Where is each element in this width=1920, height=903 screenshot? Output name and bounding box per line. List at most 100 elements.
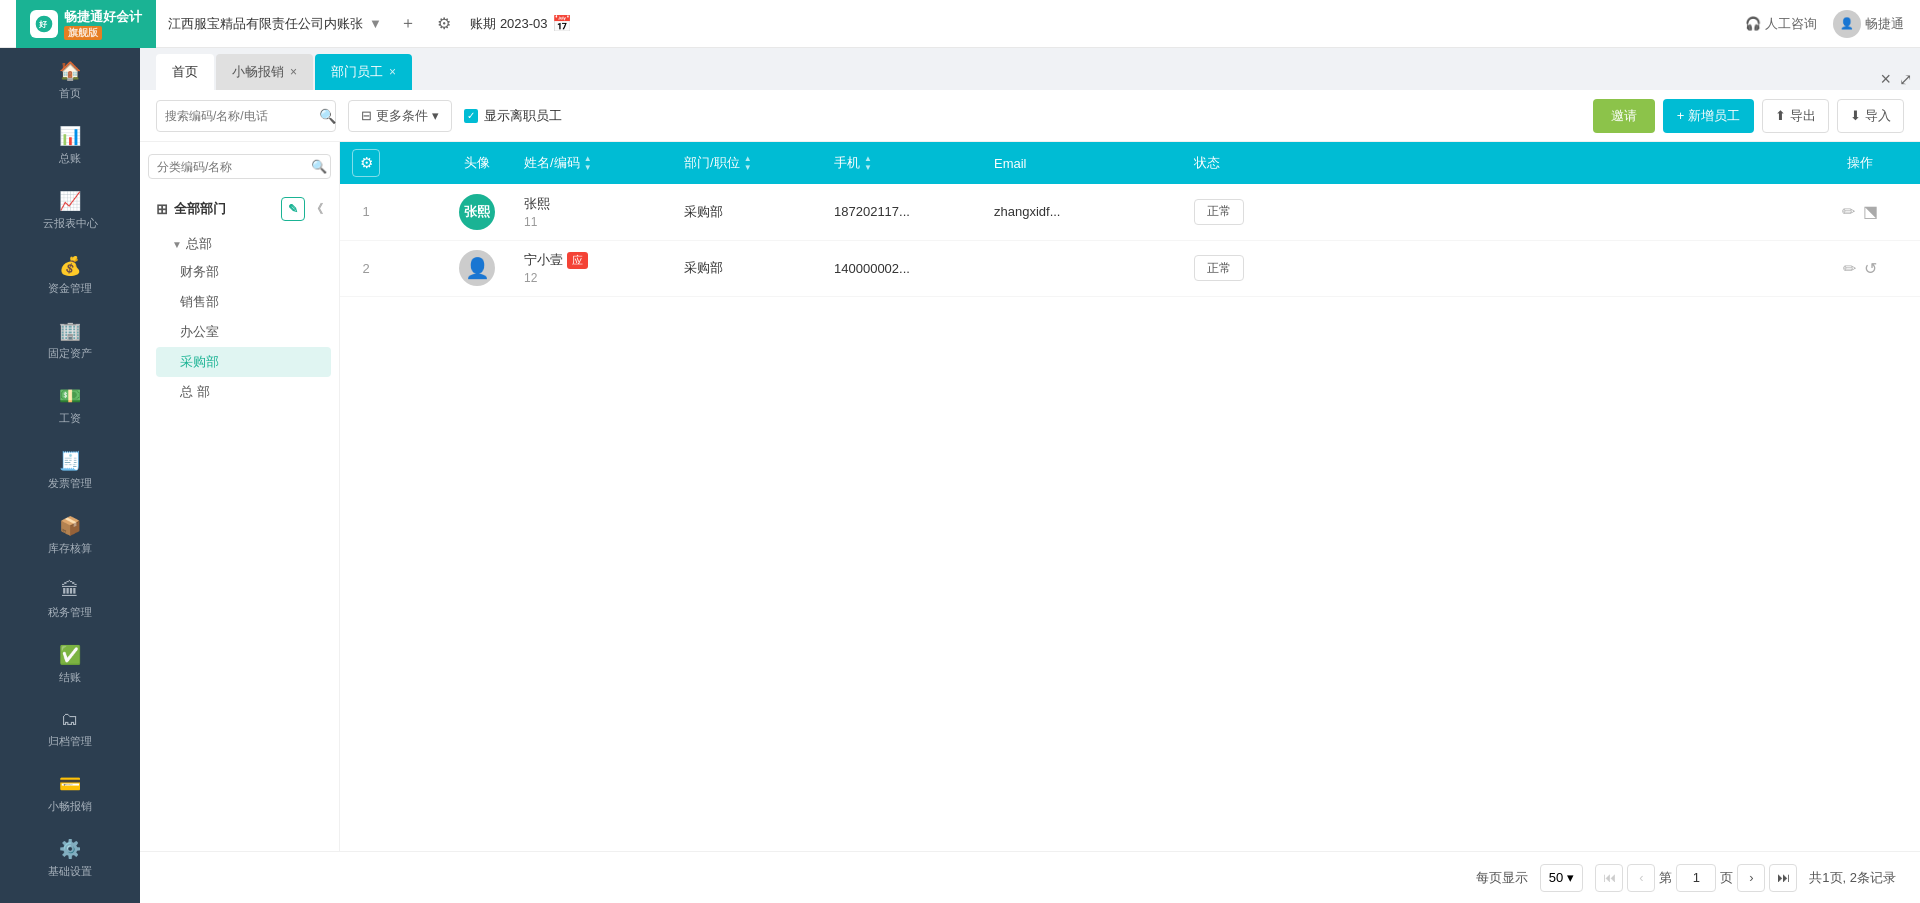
sidebar-item-reports[interactable]: 📈 云报表中心 — [0, 178, 140, 243]
page-input[interactable] — [1676, 864, 1716, 892]
sidebar-item-ledger[interactable]: 📊 总账 — [0, 113, 140, 178]
search-icon[interactable]: 🔍 — [319, 108, 336, 124]
sidebar-item-archive[interactable]: 🗂 归档管理 — [0, 697, 140, 761]
dept-search-box[interactable]: 🔍 — [148, 154, 331, 179]
filter-button[interactable]: ⊟ 更多条件 ▾ — [348, 100, 452, 132]
search-input[interactable] — [165, 109, 315, 123]
table-settings-icon[interactable]: ⚙ — [352, 149, 380, 177]
row1-email: zhangxidf... — [994, 204, 1061, 219]
tree-arrow-hq: ▼ — [172, 239, 182, 250]
dept-item-hq[interactable]: 总 部 — [156, 377, 331, 407]
show-resign-checkbox[interactable]: ✓ 显示离职员工 — [464, 107, 562, 125]
row1-actions-cell: ✏ ⬔ — [1800, 184, 1920, 240]
dept-sort-icon[interactable]: ▲ ▼ — [744, 155, 752, 172]
import-button[interactable]: ⬇ 导入 — [1837, 99, 1904, 133]
th-settings[interactable]: ⚙ — [340, 142, 392, 184]
th-status: 状态 — [1182, 142, 1800, 184]
row2-dept: 采购部 — [684, 260, 723, 275]
th-phone[interactable]: 手机 ▲ ▼ — [822, 142, 982, 184]
sidebar-label-reports: 云报表中心 — [43, 216, 98, 231]
invoice-icon: 🧾 — [59, 450, 81, 472]
user-menu[interactable]: 👤 畅捷通 — [1833, 10, 1904, 38]
add-button[interactable]: ＋ — [394, 10, 422, 38]
export-button[interactable]: ⬆ 导出 — [1762, 99, 1829, 133]
all-departments[interactable]: ⊞ 全部部门 ✎ 《 — [148, 191, 331, 227]
window-maximize-icon[interactable]: ⤢ — [1899, 70, 1912, 89]
th-dept[interactable]: 部门/职位 ▲ ▼ — [672, 142, 822, 184]
company-selector[interactable]: 江西服宝精品有限责任公司内账张 ▼ — [168, 15, 382, 33]
row2-edit-icon[interactable]: ✏ — [1843, 259, 1856, 278]
sidebar-item-settings[interactable]: ⚙️ 基础设置 — [0, 826, 140, 891]
toolbar-right: 邀请 + 新增员工 ⬆ 导出 ⬇ 导入 — [1593, 99, 1904, 133]
user-name: 畅捷通 — [1865, 15, 1904, 33]
employee-table-area: ⚙ 头像 姓名/编码 ▲ — [340, 142, 1920, 851]
page-first-button[interactable]: ⏮ — [1595, 864, 1623, 892]
dept-item-purchasing[interactable]: 采购部 — [156, 347, 331, 377]
dept-search-icon[interactable]: 🔍 — [311, 159, 327, 174]
sidebar-item-invoice[interactable]: 🧾 发票管理 — [0, 438, 140, 503]
row2-delete-icon[interactable]: ↺ — [1864, 259, 1877, 278]
tab-expense[interactable]: 小畅报销 × — [216, 54, 313, 90]
row1-edit-icon[interactable]: ✏ — [1842, 202, 1855, 221]
sidebar-label-close: 结账 — [59, 670, 81, 685]
inventory-icon: 📦 — [59, 515, 81, 537]
sidebar-item-home[interactable]: 🏠 首页 — [0, 48, 140, 113]
svg-text:好: 好 — [38, 19, 48, 29]
body-area: 🔍 ⊞ 全部部门 ✎ 《 ▼总部 — [140, 142, 1920, 851]
phone-sort-icon[interactable]: ▲ ▼ — [864, 155, 872, 172]
row2-avatar-cell: 👤 — [442, 240, 512, 296]
tab-home[interactable]: 首页 — [156, 54, 214, 90]
per-page-select[interactable]: 50 ▾ — [1540, 864, 1583, 892]
avatar-icon: 👤 — [1840, 17, 1854, 30]
sidebar-item-funds[interactable]: 💰 资金管理 — [0, 243, 140, 308]
search-box[interactable]: 🔍 — [156, 100, 336, 132]
sidebar-item-guide[interactable]: 🎓 新手引导 — [0, 891, 140, 903]
row1-logout-icon[interactable]: ⬔ — [1863, 202, 1878, 221]
dept-item-sales[interactable]: 销售部 — [156, 287, 331, 317]
page-toolbar: 🔍 ⊟ 更多条件 ▾ ✓ 显示离职员工 邀请 + 新增员工 — [140, 90, 1920, 142]
sidebar-item-close[interactable]: ✅ 结账 — [0, 632, 140, 697]
tab-expense-close[interactable]: × — [290, 65, 297, 79]
th-name[interactable]: 姓名/编码 ▲ ▼ — [512, 142, 672, 184]
add-employee-button[interactable]: + 新增员工 — [1663, 99, 1754, 133]
th-dept-label: 部门/职位 — [684, 154, 740, 172]
sidebar-label-ledger: 总账 — [59, 151, 81, 166]
service-button[interactable]: 🎧 人工咨询 — [1745, 15, 1817, 33]
calendar-icon[interactable]: 📅 — [552, 14, 572, 33]
tab-employees[interactable]: 部门员工 × — [315, 54, 412, 90]
funds-icon: 💰 — [59, 255, 81, 277]
sidebar-item-expense[interactable]: 💳 小畅报销 — [0, 761, 140, 826]
per-page-chevron-icon: ▾ — [1567, 870, 1574, 885]
page-prev-button[interactable]: ‹ — [1627, 864, 1655, 892]
dept-item-office[interactable]: 办公室 — [156, 317, 331, 347]
dept-item-finance[interactable]: 财务部 — [156, 257, 331, 287]
page-next-button[interactable]: › — [1737, 864, 1765, 892]
headset-icon: 🎧 — [1745, 16, 1761, 31]
sidebar-item-inventory[interactable]: 📦 库存核算 — [0, 503, 140, 568]
invite-button[interactable]: 邀请 — [1593, 99, 1655, 133]
dept-search-input[interactable] — [157, 160, 307, 174]
row2-name-cell: 宁小壹 应 12 — [512, 240, 672, 296]
import-label: 导入 — [1865, 107, 1891, 125]
dept-all-actions: ✎ 《 — [281, 197, 323, 221]
row1-status: 正常 — [1194, 199, 1244, 225]
period-area: 账期 2023-03 📅 — [470, 14, 572, 33]
name-sort-icon[interactable]: ▲ ▼ — [584, 155, 592, 172]
page-nav: ⏮ ‹ 第 页 › ⏭ — [1595, 864, 1797, 892]
page-word-label: 页 — [1720, 869, 1733, 887]
sidebar-label-invoice: 发票管理 — [48, 476, 92, 491]
settings-button[interactable]: ⚙ — [430, 10, 458, 38]
company-dropdown-icon[interactable]: ▼ — [369, 16, 382, 31]
th-avatar: 头像 — [442, 142, 512, 184]
sidebar-item-assets[interactable]: 🏢 固定资产 — [0, 308, 140, 373]
window-close-icon[interactable]: × — [1880, 69, 1891, 90]
edit-dept-button[interactable]: ✎ — [281, 197, 305, 221]
tab-employees-close[interactable]: × — [389, 65, 396, 79]
sidebar-item-payroll[interactable]: 💵 工资 — [0, 373, 140, 438]
page-last-button[interactable]: ⏭ — [1769, 864, 1797, 892]
dept-group-title-hq[interactable]: ▼总部 — [156, 231, 331, 257]
row2-name: 宁小壹 应 — [524, 251, 660, 269]
collapse-tree-button[interactable]: 《 — [311, 201, 323, 218]
filter-chevron-icon: ▾ — [432, 108, 439, 123]
sidebar-item-tax[interactable]: 🏛 税务管理 — [0, 568, 140, 632]
